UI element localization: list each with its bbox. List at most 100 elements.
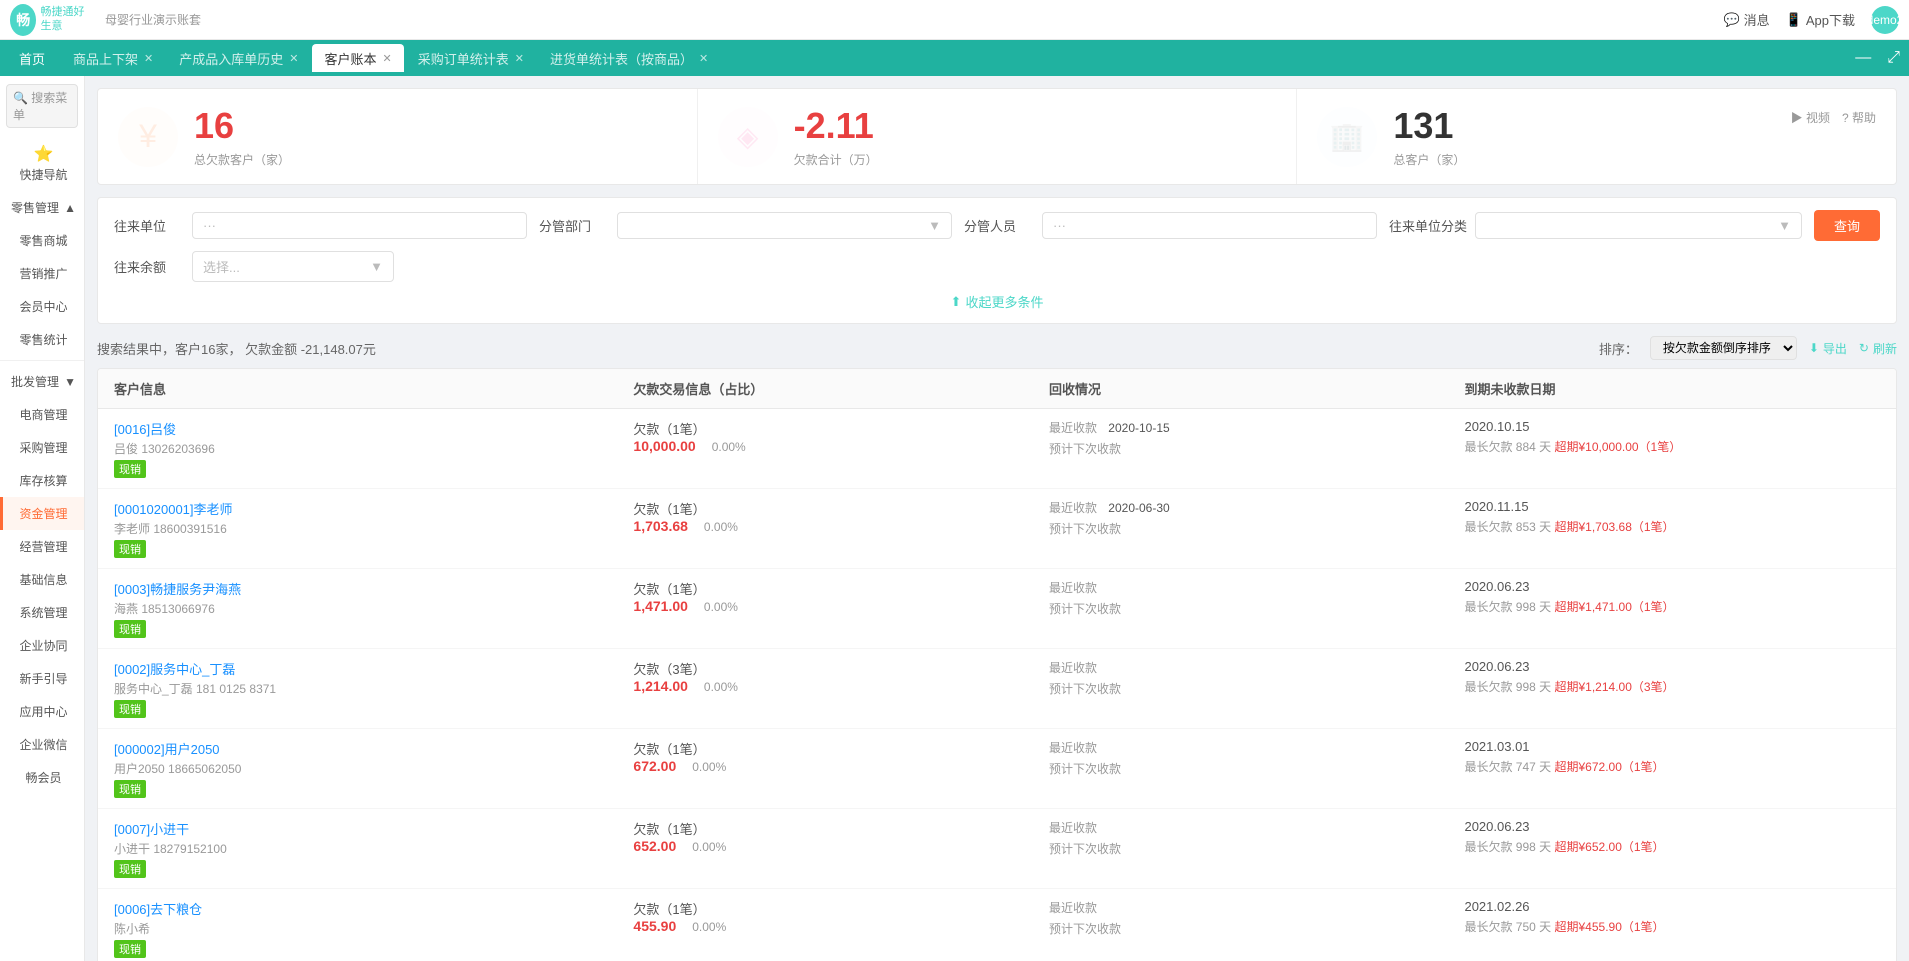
overdue-link-7[interactable]: 超期¥455.90（1笔） <box>1555 920 1665 934</box>
sidebar-item-app-center[interactable]: 应用中心 <box>0 695 84 728</box>
tab-close-purchase[interactable]: ✕ <box>515 52 524 65</box>
customer-name-7[interactable]: [0006]去下粮仓 <box>114 899 633 918</box>
overdue-info-7: 2021.02.26 最长欠款 750 天 超期¥455.90（1笔） <box>1464 899 1880 935</box>
overdue-date-5: 2021.03.01 <box>1464 739 1880 754</box>
tab-minimize-btn[interactable]: — <box>1851 49 1875 67</box>
overdue-info-2: 2020.11.15 最长欠款 853 天 超期¥1,703.68（1笔） <box>1464 499 1880 535</box>
dept-select-wrap[interactable]: ▼ <box>617 212 952 239</box>
sort-select[interactable]: 按欠款金额倒序排序 <box>1650 336 1797 360</box>
stat-top-actions: ▶ 视频 ? 帮助 <box>1791 105 1876 126</box>
result-bar-right: 排序： 按欠款金额倒序排序 ⬇ 导出 ↻ 刷新 <box>1599 336 1897 360</box>
sidebar-item-newbie[interactable]: 新手引导 <box>0 662 84 695</box>
app-title: 母婴行业演示账套 <box>95 11 1723 28</box>
refresh-btn[interactable]: ↻ 刷新 <box>1859 340 1897 357</box>
sidebar: 🔍 搜索菜单 ⭐ 快捷导航 零售管理 ▲ 零售商城 营销推广 会员中心 零售统计… <box>0 76 85 961</box>
balance-select-wrap[interactable]: 选择... ▼ <box>192 251 394 282</box>
from-unit-input-wrap[interactable]: ··· <box>192 212 527 239</box>
result-bar: 搜索结果中，客户16家， 欠款金额 -21,148.07元 排序： 按欠款金额倒… <box>97 336 1897 360</box>
overdue-link-6[interactable]: 超期¥652.00（1笔） <box>1555 840 1665 854</box>
overdue-days-7: 最长欠款 750 天 超期¥455.90（1笔） <box>1464 918 1880 935</box>
tab-production[interactable]: 产成品入库单历史 ✕ <box>167 44 310 72</box>
video-btn[interactable]: ▶ 视频 <box>1791 109 1830 126</box>
filter-toggle-btn[interactable]: ⬆ 收起更多条件 <box>114 292 1880 311</box>
debt-count-1: 欠款（1笔） <box>633 419 1049 438</box>
overdue-link-2[interactable]: 超期¥1,703.68（1笔） <box>1555 520 1675 534</box>
overdue-link-5[interactable]: 超期¥672.00（1笔） <box>1555 760 1665 774</box>
debt-ratio-6: 0.00% <box>692 840 726 854</box>
debt-info-1: 欠款（1笔） 10,000.00 0.00% <box>633 419 1049 454</box>
overdue-link-1[interactable]: 超期¥10,000.00（1笔） <box>1555 440 1682 454</box>
tab-instock[interactable]: 进货单统计表（按商品） ✕ <box>538 44 720 72</box>
from-unit-label: 往来单位 <box>114 216 184 235</box>
sidebar-search-btn[interactable]: 🔍 搜索菜单 <box>6 84 78 128</box>
unit-category-select-wrap[interactable]: ▼ <box>1475 212 1802 239</box>
customer-name-1[interactable]: [0016]吕俊 <box>114 419 633 438</box>
user-menu[interactable]: demo2 <box>1871 6 1899 34</box>
customer-name-6[interactable]: [0007]小进干 <box>114 819 633 838</box>
refresh-icon: ↻ <box>1859 341 1869 355</box>
sidebar-item-member[interactable]: 会员中心 <box>0 290 84 323</box>
sidebar-item-quick-nav[interactable]: ⭐ 快捷导航 <box>0 136 84 191</box>
app-download-btn[interactable]: 📱 App下载 <box>1786 10 1855 29</box>
table-row: [0006]去下粮仓 陈小希 现销 欠款（1笔） 455.90 0.00% 最近… <box>98 889 1896 961</box>
customer-name-5[interactable]: [000002]用户2050 <box>114 739 633 758</box>
sidebar-item-corp-wechat[interactable]: 企业微信 <box>0 728 84 761</box>
overdue-link-4[interactable]: 超期¥1,214.00（3笔） <box>1555 680 1675 694</box>
sidebar-item-marketing[interactable]: 营销推广 <box>0 257 84 290</box>
customer-sub-6: 小进干 18279152100 <box>114 840 633 857</box>
debt-amount-2: 1,703.68 <box>633 518 688 534</box>
customer-name-3[interactable]: [0003]畅捷服务尹海燕 <box>114 579 633 598</box>
stat-label-customers: 总欠款客户（家） <box>194 151 290 168</box>
sidebar-item-enterprise[interactable]: 企业协同 <box>0 629 84 662</box>
tab-purchase[interactable]: 采购订单统计表 ✕ <box>406 44 536 72</box>
sidebar-item-ops-mgmt[interactable]: 经营管理 <box>0 530 84 563</box>
export-btn[interactable]: ⬇ 导出 <box>1809 340 1847 357</box>
customer-name-4[interactable]: [0002]服务中心_丁磊 <box>114 659 633 678</box>
avatar: demo2 <box>1871 6 1899 34</box>
stat-info-amount: -2.11 欠款合计（万） <box>794 105 878 168</box>
customer-name-2[interactable]: [0001020001]李老师 <box>114 499 633 518</box>
customer-sub-3: 海燕 18513066976 <box>114 600 633 617</box>
sidebar-item-retail-mgmt[interactable]: 零售管理 ▲ <box>0 191 84 224</box>
tab-close-goods[interactable]: ✕ <box>144 52 153 65</box>
sidebar-item-retail-stat[interactable]: 零售统计 <box>0 323 84 356</box>
debt-amount-7: 455.90 <box>633 918 676 934</box>
customer-sub-7: 陈小希 <box>114 920 633 937</box>
tab-home[interactable]: 首页 <box>5 44 59 72</box>
tab-maximize-btn[interactable]: ⤢ <box>1883 49 1904 67</box>
sidebar-item-vip-member[interactable]: 畅会员 <box>0 761 84 794</box>
stat-info-customers: 16 总欠款客户（家） <box>194 105 290 168</box>
tab-close-instock[interactable]: ✕ <box>699 52 708 65</box>
sidebar-item-sys-mgmt[interactable]: 系统管理 <box>0 596 84 629</box>
retail-mgmt-arrow: ▲ <box>64 201 76 215</box>
phone-icon: 📱 <box>1786 12 1802 28</box>
sidebar-item-batch-mgmt[interactable]: 批发管理 ▼ <box>0 365 84 398</box>
message-btn[interactable]: 💬 消息 <box>1723 10 1769 29</box>
recovery-info-3: 最近收款 预计下次收款 <box>1049 579 1465 617</box>
sidebar-item-inventory[interactable]: 库存核算 <box>0 464 84 497</box>
sidebar-item-finance[interactable]: 资金管理 <box>0 497 84 530</box>
tab-close-production[interactable]: ✕ <box>289 52 298 65</box>
recovery-label-6: 最近收款 <box>1049 821 1097 835</box>
customer-tag-3: 现销 <box>114 620 146 638</box>
tab-close-customer[interactable]: ✕ <box>383 52 392 65</box>
person-input-wrap[interactable]: ··· <box>1042 212 1377 239</box>
recovery-label-7: 最近收款 <box>1049 901 1097 915</box>
col-customer-info: 客户信息 <box>114 379 633 398</box>
table-header: 客户信息 欠款交易信息（占比） 回收情况 到期未收款日期 <box>98 369 1896 409</box>
overdue-date-3: 2020.06.23 <box>1464 579 1880 594</box>
customer-info-6: [0007]小进干 小进干 18279152100 现销 <box>114 819 633 878</box>
sidebar-item-ecommerce[interactable]: 电商管理 <box>0 398 84 431</box>
filter-area: 往来单位 ··· 分管部门 ▼ 分管人员 ··· <box>97 197 1897 324</box>
help-btn[interactable]: ? 帮助 <box>1842 109 1876 126</box>
tab-customer[interactable]: 客户账本 ✕ <box>312 44 403 72</box>
debt-count-7: 欠款（1笔） <box>633 899 1049 918</box>
sidebar-item-purchase-mgmt[interactable]: 采购管理 <box>0 431 84 464</box>
tab-goods[interactable]: 商品上下架 ✕ <box>61 44 165 72</box>
sidebar-item-basic-info[interactable]: 基础信息 <box>0 563 84 596</box>
tab-bar-right: — ⤢ <box>1851 49 1904 67</box>
sidebar-item-retail-mall[interactable]: 零售商城 <box>0 224 84 257</box>
filter-row-1: 往来单位 ··· 分管部门 ▼ 分管人员 ··· <box>114 210 1880 241</box>
overdue-link-3[interactable]: 超期¥1,471.00（1笔） <box>1555 600 1675 614</box>
search-button[interactable]: 查询 <box>1814 210 1880 241</box>
